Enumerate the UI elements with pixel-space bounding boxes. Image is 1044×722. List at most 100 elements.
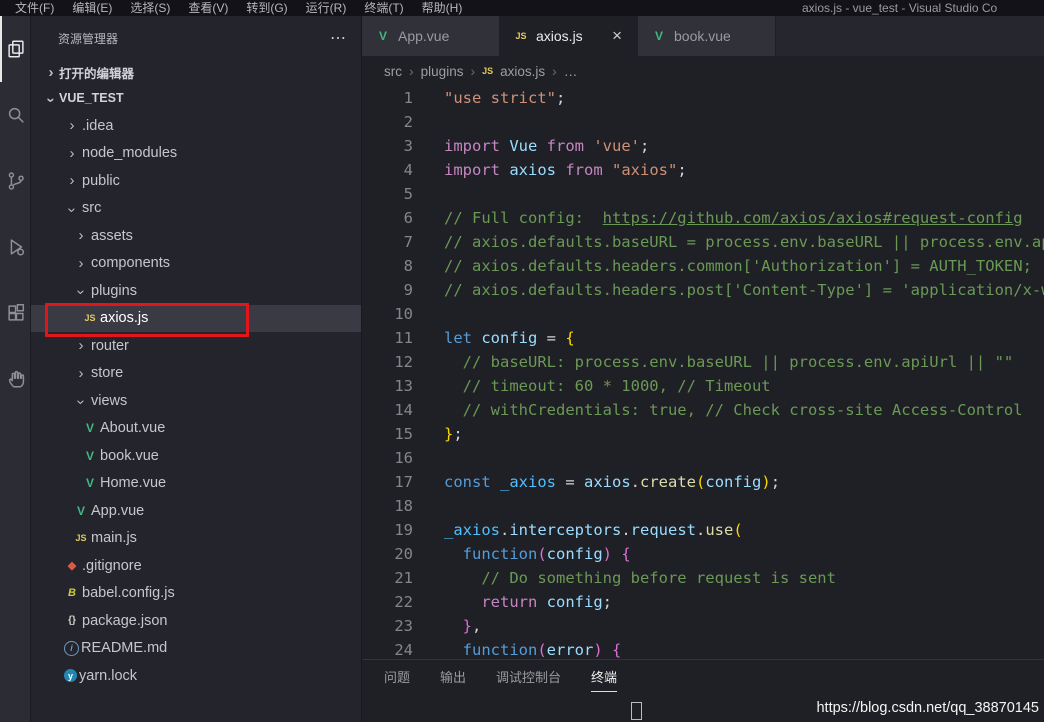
breadcrumb-item-axios-js[interactable]: axios.js [500, 64, 545, 79]
line-number[interactable]: 17 [362, 470, 413, 494]
menu-item-h[interactable]: 帮助(H) [413, 0, 472, 16]
tree-item-label: .gitignore [82, 557, 142, 574]
menu-item-t[interactable]: 终端(T) [355, 0, 412, 16]
breadcrumb-item-item[interactable]: … [564, 64, 578, 79]
explorer-icon[interactable] [0, 16, 30, 82]
tree-item-yarn-lock[interactable]: y yarn.lock [31, 662, 361, 690]
tree-item-plugins[interactable]: › plugins [31, 277, 361, 305]
tree-item-main-js[interactable]: JS main.js [31, 525, 361, 553]
code-line[interactable]: 13 // timeout: 60 * 1000, // Timeout [362, 374, 1044, 398]
extensions-icon[interactable] [0, 280, 30, 346]
section-open-editors[interactable]: › 打开的编辑器 [31, 60, 361, 84]
code-line[interactable]: 2 [362, 110, 1044, 134]
code-line[interactable]: 7 // axios.defaults.baseURL = process.env… [362, 230, 1044, 254]
tree-item-store[interactable]: › store [31, 360, 361, 388]
code-editor[interactable]: 1 "use strict"; 2 3 import Vue from 'vue'; 4 i… [362, 86, 1044, 662]
line-number[interactable]: 4 [362, 158, 413, 182]
line-number[interactable]: 15 [362, 422, 413, 446]
menu-item-f[interactable]: 文件(F) [6, 0, 63, 16]
code-line[interactable]: 11 let config = { [362, 326, 1044, 350]
tree-item-babel-config-js[interactable]: Bbabel.config.js [31, 580, 361, 608]
search-icon[interactable] [0, 82, 30, 148]
line-number[interactable]: 21 [362, 566, 413, 590]
tab-axios-js[interactable]: JS axios.js × [500, 16, 638, 56]
code-line[interactable]: 22 return config; [362, 590, 1044, 614]
line-number[interactable]: 3 [362, 134, 413, 158]
tree-item-about-vue[interactable]: V About.vue [31, 415, 361, 443]
line-number[interactable]: 12 [362, 350, 413, 374]
line-number[interactable]: 2 [362, 110, 413, 134]
menu-item-v[interactable]: 查看(V) [179, 0, 237, 16]
code-line[interactable]: 18 [362, 494, 1044, 518]
code-line[interactable]: 17 const _axios = axios.create(config); [362, 470, 1044, 494]
section-workspace-root[interactable]: › VUE_TEST [31, 84, 361, 112]
line-number[interactable]: 18 [362, 494, 413, 518]
tree-item-node-modules[interactable]: › node_modules [31, 140, 361, 168]
panel-tab-debug-console[interactable]: 调试控制台 [496, 667, 561, 692]
tree-item-src[interactable]: › src [31, 195, 361, 223]
tree-item-components[interactable]: › components [31, 250, 361, 278]
breadcrumb-item-plugins[interactable]: plugins [421, 64, 464, 79]
menu-item-r[interactable]: 运行(R) [297, 0, 356, 16]
code-line[interactable]: 10 [362, 302, 1044, 326]
code-line[interactable]: 3 import Vue from 'vue'; [362, 134, 1044, 158]
code-line-text: let config = { [444, 329, 575, 347]
breadcrumb-item-src[interactable]: src [384, 64, 402, 79]
tree-item-book-vue[interactable]: Vbook.vue [31, 442, 361, 470]
code-line[interactable]: 15}; [362, 422, 1044, 446]
chevron-icon: › [78, 337, 84, 355]
line-number[interactable]: 7 [362, 230, 413, 254]
tree-item-app-vue[interactable]: V App.vue [31, 497, 361, 525]
line-number[interactable]: 14 [362, 398, 413, 422]
code-line[interactable]: 20 function(config) { [362, 542, 1044, 566]
more-actions-icon[interactable]: ⋯ [330, 28, 347, 48]
line-number[interactable]: 13 [362, 374, 413, 398]
tab-book-vue[interactable]: Vbook.vue [638, 16, 776, 56]
code-line[interactable]: 19 _axios.interceptors.request.use( [362, 518, 1044, 542]
code-line[interactable]: 12 // baseURL: process.env.baseURL || pr… [362, 350, 1044, 374]
line-number[interactable]: 8 [362, 254, 413, 278]
line-number[interactable]: 19 [362, 518, 413, 542]
line-number[interactable]: 11 [362, 326, 413, 350]
tree-item-public[interactable]: › public [31, 167, 361, 195]
line-number[interactable]: 16 [362, 446, 413, 470]
tree-item-package-json[interactable]: {} package.json [31, 607, 361, 635]
line-number[interactable]: 23 [362, 614, 413, 638]
panel-tab-output[interactable]: 输出 [440, 667, 466, 692]
line-number[interactable]: 6 [362, 206, 413, 230]
tree-item-readme-md[interactable]: i README.md [31, 635, 361, 663]
code-line[interactable]: 6 // Full config: https://github.com/axio… [362, 206, 1044, 230]
code-line[interactable]: 5 [362, 182, 1044, 206]
panel-tab-terminal[interactable]: 终端 [591, 667, 618, 692]
line-number[interactable]: 1 [362, 86, 413, 110]
code-line[interactable]: 21 // Do something before request is sen… [362, 566, 1044, 590]
tab-app-vue[interactable]: V App.vue [362, 16, 500, 56]
panel-tab-problems[interactable]: 问题 [384, 667, 410, 692]
source-control-icon[interactable] [0, 148, 30, 214]
close-icon[interactable]: × [610, 26, 624, 46]
tree-item-home-vue[interactable]: V Home.vue [31, 470, 361, 498]
menu-item-s[interactable]: 选择(S) [121, 0, 179, 16]
menu-item-g[interactable]: 转到(G) [237, 0, 296, 16]
menu-item-e[interactable]: 编辑(E) [63, 0, 121, 16]
code-line[interactable]: 4 import axios from "axios"; [362, 158, 1044, 182]
tree-item-axios-js[interactable]: JS axios.js [31, 302, 361, 337]
line-number[interactable]: 5 [362, 182, 413, 206]
tree-item-assets[interactable]: › assets [31, 222, 361, 250]
code-line[interactable]: 9 // axios.defaults.headers.post['Content… [362, 278, 1044, 302]
line-number[interactable]: 10 [362, 302, 413, 326]
tree-item-router[interactable]: › router [31, 332, 361, 360]
line-number[interactable]: 22 [362, 590, 413, 614]
code-line[interactable]: 14 // withCredentials: true, // Check cr… [362, 398, 1044, 422]
code-line[interactable]: 8 // axios.defaults.headers.common['Autho… [362, 254, 1044, 278]
tree-item-views[interactable]: › views [31, 387, 361, 415]
run-debug-icon[interactable] [0, 214, 30, 280]
hand-icon[interactable] [0, 346, 30, 412]
line-number[interactable]: 9 [362, 278, 413, 302]
code-line[interactable]: 16 [362, 446, 1044, 470]
line-number[interactable]: 20 [362, 542, 413, 566]
code-line[interactable]: 23 }, [362, 614, 1044, 638]
code-line[interactable]: 1 "use strict"; [362, 86, 1044, 110]
tree-item-gitignore[interactable]: ◆ .gitignore [31, 552, 361, 580]
tree-item-idea[interactable]: › .idea [31, 112, 361, 140]
